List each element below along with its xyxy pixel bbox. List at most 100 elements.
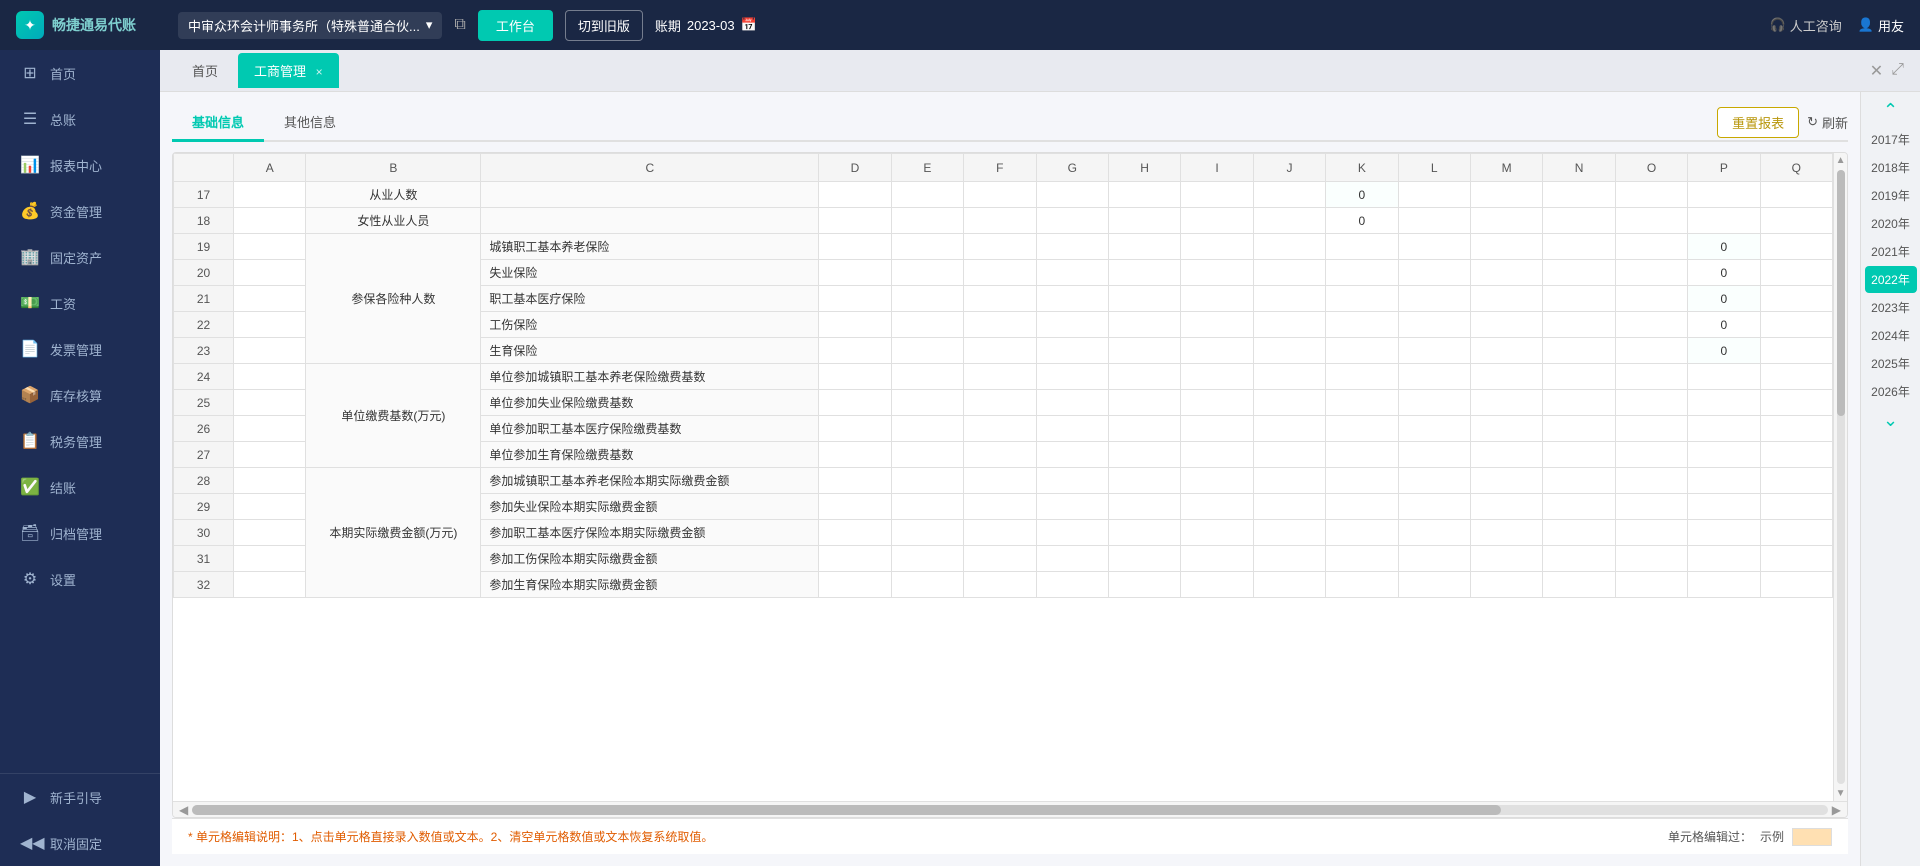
cell-m-22[interactable] <box>1470 312 1542 338</box>
cell-m-27[interactable] <box>1470 442 1542 468</box>
horizontal-scrollbar[interactable]: ◀ ▶ <box>173 801 1847 817</box>
cell-q-25[interactable] <box>1760 390 1833 416</box>
cell-p-19[interactable]: 0 <box>1688 234 1760 260</box>
cell-f-18[interactable] <box>964 208 1036 234</box>
cell-m-21[interactable] <box>1470 286 1542 312</box>
cell-o-23[interactable] <box>1615 338 1687 364</box>
cell-c-20[interactable]: 失业保险 <box>481 260 819 286</box>
cell-e-28[interactable] <box>891 468 963 494</box>
cell-e-26[interactable] <box>891 416 963 442</box>
cell-a-30[interactable] <box>234 520 306 546</box>
cell-q-26[interactable] <box>1760 416 1833 442</box>
cell-j-24[interactable] <box>1253 364 1325 390</box>
cell-l-32[interactable] <box>1398 572 1470 598</box>
sidebar-item-invoice[interactable]: 📄 发票管理 <box>0 326 160 372</box>
cell-p-27[interactable] <box>1688 442 1760 468</box>
cell-f-24[interactable] <box>964 364 1036 390</box>
cell-k-24[interactable] <box>1326 364 1398 390</box>
cell-h-29[interactable] <box>1108 494 1180 520</box>
cell-h-23[interactable] <box>1108 338 1180 364</box>
cell-a-28[interactable] <box>234 468 306 494</box>
cell-o-22[interactable] <box>1615 312 1687 338</box>
cell-o-26[interactable] <box>1615 416 1687 442</box>
cell-l-27[interactable] <box>1398 442 1470 468</box>
scroll-down-button[interactable]: ▼ <box>1836 788 1846 799</box>
cell-m-20[interactable] <box>1470 260 1542 286</box>
hscroll-track[interactable] <box>192 805 1828 815</box>
cell-g-21[interactable] <box>1036 286 1108 312</box>
cell-a-19[interactable] <box>234 234 306 260</box>
cell-l-26[interactable] <box>1398 416 1470 442</box>
cell-o-24[interactable] <box>1615 364 1687 390</box>
cell-f-22[interactable] <box>964 312 1036 338</box>
cell-f-21[interactable] <box>964 286 1036 312</box>
cell-n-31[interactable] <box>1543 546 1615 572</box>
year-item-2026年[interactable]: 2026年 <box>1865 378 1917 405</box>
cell-i-20[interactable] <box>1181 260 1253 286</box>
cell-i-17[interactable] <box>1181 182 1253 208</box>
cell-m-17[interactable] <box>1470 182 1542 208</box>
cell-h-19[interactable] <box>1108 234 1180 260</box>
cell-n-22[interactable] <box>1543 312 1615 338</box>
cell-j-23[interactable] <box>1253 338 1325 364</box>
year-item-2021年[interactable]: 2021年 <box>1865 238 1917 265</box>
cell-q-27[interactable] <box>1760 442 1833 468</box>
cell-k-25[interactable] <box>1326 390 1398 416</box>
refresh-button[interactable]: ↻ 刷新 <box>1807 113 1848 132</box>
cell-i-25[interactable] <box>1181 390 1253 416</box>
cell-n-27[interactable] <box>1543 442 1615 468</box>
cell-c-24[interactable]: 单位参加城镇职工基本养老保险缴费基数 <box>481 364 819 390</box>
cell-g-28[interactable] <box>1036 468 1108 494</box>
cell-e-24[interactable] <box>891 364 963 390</box>
cell-l-18[interactable] <box>1398 208 1470 234</box>
cell-c-27[interactable]: 单位参加生育保险缴费基数 <box>481 442 819 468</box>
cell-l-28[interactable] <box>1398 468 1470 494</box>
cell-k-31[interactable] <box>1326 546 1398 572</box>
cell-k-30[interactable] <box>1326 520 1398 546</box>
cell-j-22[interactable] <box>1253 312 1325 338</box>
sidebar-item-unpin[interactable]: ◀◀ 取消固定 <box>0 820 160 866</box>
cell-g-30[interactable] <box>1036 520 1108 546</box>
tab-home[interactable]: 首页 <box>176 53 234 88</box>
cell-o-19[interactable] <box>1615 234 1687 260</box>
cell-p-28[interactable] <box>1688 468 1760 494</box>
cell-d-31[interactable] <box>819 546 891 572</box>
cell-g-31[interactable] <box>1036 546 1108 572</box>
cell-l-29[interactable] <box>1398 494 1470 520</box>
cell-d-32[interactable] <box>819 572 891 598</box>
sidebar-item-finance[interactable]: 💰 资金管理 <box>0 188 160 234</box>
year-scroll-up[interactable]: ⌃ <box>1879 96 1902 125</box>
cell-o-32[interactable] <box>1615 572 1687 598</box>
cell-m-26[interactable] <box>1470 416 1542 442</box>
cell-j-32[interactable] <box>1253 572 1325 598</box>
cell-h-21[interactable] <box>1108 286 1180 312</box>
cell-j-29[interactable] <box>1253 494 1325 520</box>
cell-h-20[interactable] <box>1108 260 1180 286</box>
cell-d-29[interactable] <box>819 494 891 520</box>
cell-j-28[interactable] <box>1253 468 1325 494</box>
cell-i-22[interactable] <box>1181 312 1253 338</box>
cell-i-31[interactable] <box>1181 546 1253 572</box>
cell-f-27[interactable] <box>964 442 1036 468</box>
cell-o-25[interactable] <box>1615 390 1687 416</box>
cell-g-27[interactable] <box>1036 442 1108 468</box>
cell-g-24[interactable] <box>1036 364 1108 390</box>
cell-a-27[interactable] <box>234 442 306 468</box>
copy-icon[interactable]: ⧉ <box>454 16 465 34</box>
cell-p-18[interactable] <box>1688 208 1760 234</box>
cell-o-18[interactable] <box>1615 208 1687 234</box>
cell-l-23[interactable] <box>1398 338 1470 364</box>
cell-q-30[interactable] <box>1760 520 1833 546</box>
cell-q-18[interactable] <box>1760 208 1833 234</box>
cell-p-29[interactable] <box>1688 494 1760 520</box>
cell-m-29[interactable] <box>1470 494 1542 520</box>
cell-p-25[interactable] <box>1688 390 1760 416</box>
cell-k-20[interactable] <box>1326 260 1398 286</box>
cell-f-29[interactable] <box>964 494 1036 520</box>
cell-p-23[interactable]: 0 <box>1688 338 1760 364</box>
cell-q-19[interactable] <box>1760 234 1833 260</box>
cell-c-22[interactable]: 工伤保险 <box>481 312 819 338</box>
cell-o-31[interactable] <box>1615 546 1687 572</box>
cell-k-29[interactable] <box>1326 494 1398 520</box>
grid-container[interactable]: A B C D E F G H I <box>173 153 1833 801</box>
